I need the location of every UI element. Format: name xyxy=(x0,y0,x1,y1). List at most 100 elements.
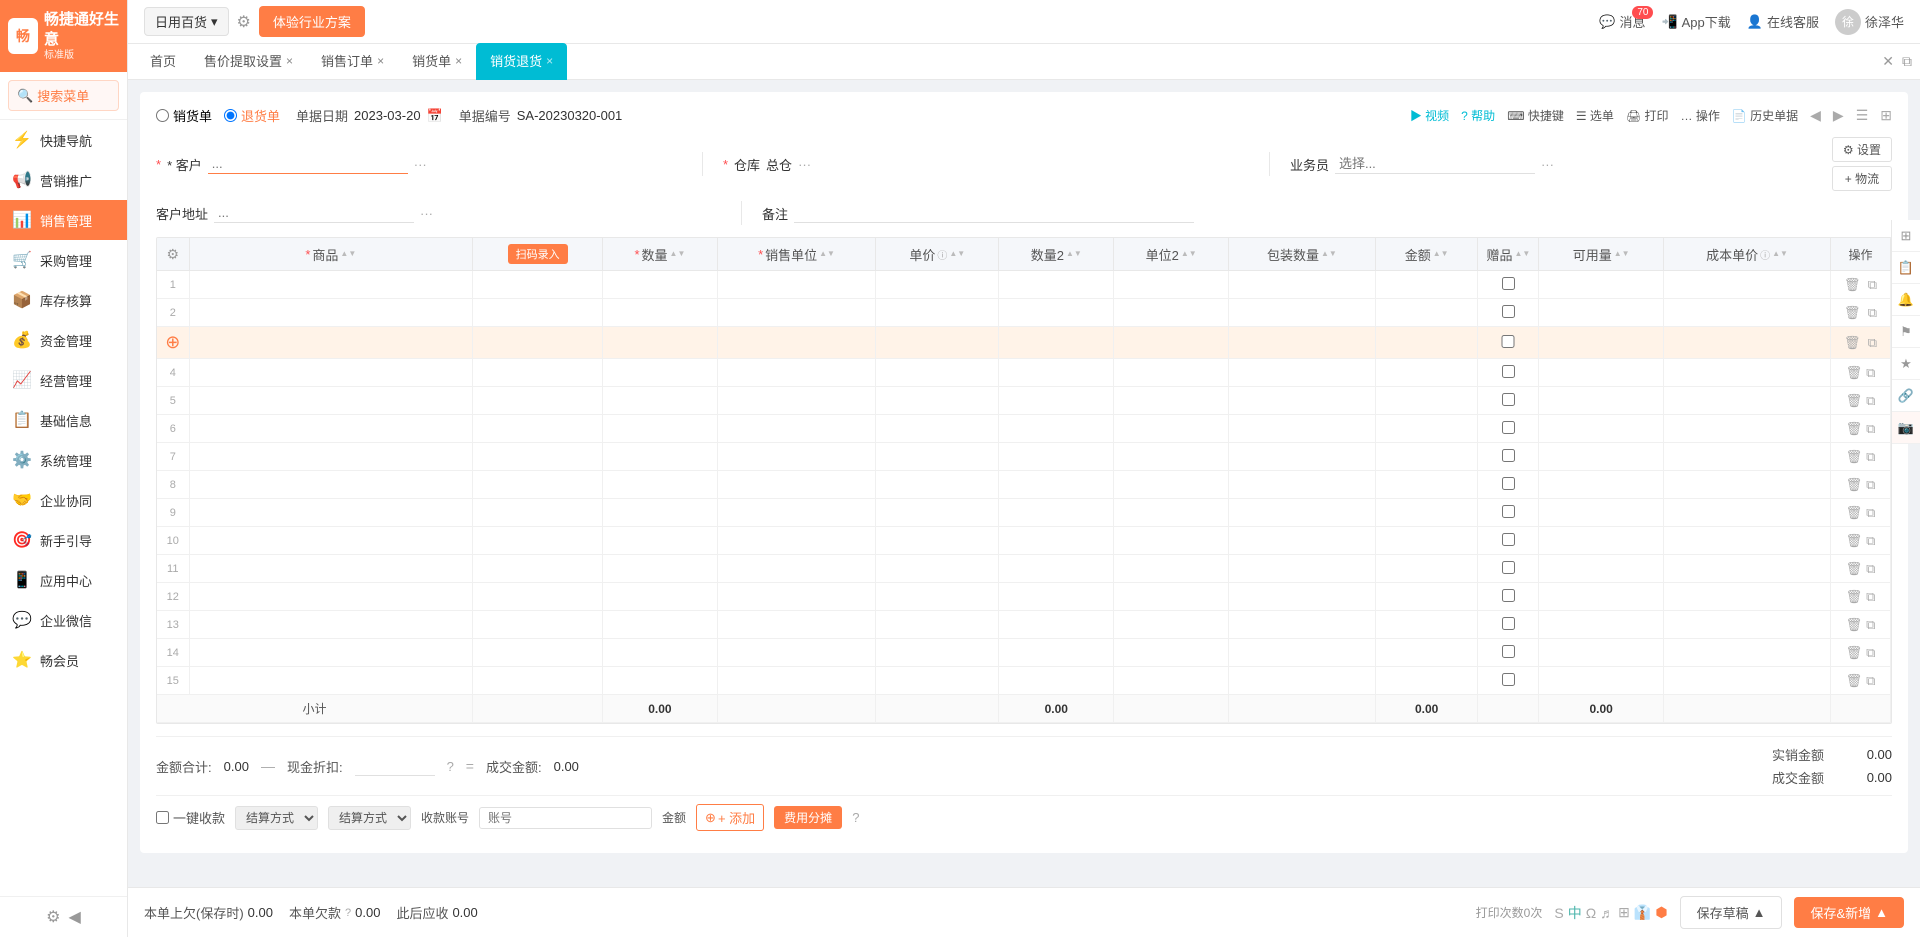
delete-row-3-icon[interactable]: 🗑 xyxy=(1844,335,1861,350)
save-new-chevron-icon[interactable]: ▲ xyxy=(1875,905,1888,920)
row-3-unit2[interactable] xyxy=(1114,327,1229,359)
scan-button[interactable]: 扫码录入 xyxy=(508,244,568,264)
row-2-pack-qty[interactable] xyxy=(1229,299,1376,327)
tab-home[interactable]: 首页 xyxy=(136,43,190,80)
calendar-icon[interactable]: 📅 xyxy=(427,108,443,124)
video-link[interactable]: ▶ 视频 xyxy=(1410,107,1449,124)
delete-row-9-icon[interactable]: 🗑 xyxy=(1846,505,1863,520)
collapse-sidebar-icon[interactable]: ◀ xyxy=(69,907,81,927)
delete-row-4-icon[interactable]: 🗑 xyxy=(1846,365,1863,380)
gift-checkbox-5[interactable] xyxy=(1502,393,1515,406)
row-2-unit2[interactable] xyxy=(1114,299,1229,327)
fee-help-icon[interactable]: ? xyxy=(852,810,859,825)
online-service-item[interactable]: 👤 在线客服 xyxy=(1747,12,1819,31)
address-picker-icon[interactable]: ··· xyxy=(420,206,433,221)
search-menu-button[interactable]: 🔍 搜索菜单 xyxy=(8,80,119,111)
sidebar-item-operations[interactable]: 📈 经营管理 xyxy=(0,360,127,400)
product-sort-icon[interactable]: ▲▼ xyxy=(340,251,356,257)
product-input-3[interactable] xyxy=(196,336,467,350)
tab-window-button[interactable]: ⧉ xyxy=(1902,53,1912,70)
gift-checkbox-3[interactable] xyxy=(1484,335,1532,348)
qty2-sort-icon[interactable]: ▲▼ xyxy=(1066,251,1082,257)
s-icon-5[interactable]: ⊞ xyxy=(1618,904,1630,921)
sidebar-item-app-center[interactable]: 📱 应用中心 xyxy=(0,560,127,600)
tab-close-all-button[interactable]: ✕ xyxy=(1882,53,1894,70)
s-icon-4[interactable]: ♬ xyxy=(1600,905,1614,921)
delete-row-1-icon[interactable]: 🗑 xyxy=(1844,277,1861,292)
delete-row-13-icon[interactable]: 🗑 xyxy=(1846,617,1863,632)
s-icon-2[interactable]: 中 xyxy=(1568,903,1582,923)
amount-sort-icon[interactable]: ▲▼ xyxy=(1433,251,1449,257)
tab-sales-return[interactable]: 销货退货 × xyxy=(476,43,567,80)
row-3-qty2[interactable] xyxy=(999,327,1114,359)
right-toolbar-btn-4[interactable]: ⚑ xyxy=(1892,316,1920,348)
calc-method-select[interactable]: 结算方式 xyxy=(328,806,411,830)
row-1-gift[interactable] xyxy=(1478,271,1539,299)
save-draft-button[interactable]: 保存草稿 ▲ xyxy=(1680,896,1783,929)
gift-sort-icon[interactable]: ▲▼ xyxy=(1515,251,1531,257)
help-icon[interactable]: ? xyxy=(447,759,454,774)
row-3-gift[interactable] xyxy=(1478,327,1539,359)
delete-row-7-icon[interactable]: 🗑 xyxy=(1846,449,1863,464)
gift-checkbox-12[interactable] xyxy=(1502,589,1515,602)
sidebar-item-finance[interactable]: 💰 资金管理 xyxy=(0,320,127,360)
gift-checkbox-13[interactable] xyxy=(1502,617,1515,630)
print-link[interactable]: 🖨 打印 xyxy=(1626,107,1669,124)
row-3-amount[interactable] xyxy=(1375,327,1478,359)
copy-row-8-icon[interactable]: ⧉ xyxy=(1866,477,1875,492)
logistics-button[interactable]: + 物流 xyxy=(1832,166,1892,191)
right-toolbar-btn-1[interactable]: ⊞ xyxy=(1892,220,1920,252)
copy-row-2-icon[interactable]: ⧉ xyxy=(1868,305,1877,320)
copy-row-13-icon[interactable]: ⧉ xyxy=(1866,617,1875,632)
help-link[interactable]: ? 帮助 xyxy=(1461,107,1495,124)
gift-checkbox-15[interactable] xyxy=(1502,673,1515,686)
table-gear-icon[interactable]: ⚙ xyxy=(166,246,179,262)
row-1-available[interactable] xyxy=(1539,271,1664,299)
sidebar-item-purchase[interactable]: 🛒 采购管理 xyxy=(0,240,127,280)
gift-checkbox-6[interactable] xyxy=(1502,421,1515,434)
sidebar-item-system[interactable]: ⚙️ 系统管理 xyxy=(0,440,127,480)
one-click-pay-label[interactable]: 一键收款 xyxy=(156,808,225,827)
gift-checkbox-7[interactable] xyxy=(1502,449,1515,462)
row-3-cost-price[interactable] xyxy=(1664,327,1831,359)
tab-sales-invoice[interactable]: 销货单 × xyxy=(398,43,476,80)
right-toolbar-btn-6[interactable]: 🔗 xyxy=(1892,380,1920,412)
save-new-button[interactable]: 保存&新增 ▲ xyxy=(1794,897,1904,928)
gift-checkbox-8[interactable] xyxy=(1502,477,1515,490)
s-icon-7[interactable]: ⬢ xyxy=(1655,904,1667,921)
row-3-quantity[interactable] xyxy=(603,327,718,359)
gift-checkbox-10[interactable] xyxy=(1502,533,1515,546)
one-click-pay-checkbox[interactable] xyxy=(156,811,169,824)
view-list-icon[interactable]: ☰ xyxy=(1856,107,1869,124)
user-profile-item[interactable]: 徐 徐泽华 xyxy=(1835,9,1904,35)
costprice-sort-icon[interactable]: ▲▼ xyxy=(1772,251,1788,257)
gift-checkbox-11[interactable] xyxy=(1502,561,1515,574)
delete-row-5-icon[interactable]: 🗑 xyxy=(1846,393,1863,408)
sidebar-item-enterprise[interactable]: 🤝 企业协同 xyxy=(0,480,127,520)
header-gear-button[interactable]: ⚙ xyxy=(237,12,251,32)
price-sort-icon[interactable]: ▲▼ xyxy=(949,251,965,257)
copy-row-12-icon[interactable]: ⧉ xyxy=(1866,589,1875,604)
gift-checkbox-14[interactable] xyxy=(1502,645,1515,658)
row-1-product[interactable] xyxy=(189,271,473,299)
copy-row-10-icon[interactable]: ⧉ xyxy=(1866,533,1875,548)
radio-sales[interactable] xyxy=(156,109,169,122)
staff-picker-icon[interactable]: ··· xyxy=(1541,157,1554,172)
row-1-quantity[interactable] xyxy=(603,271,718,299)
tab-close-price-setting[interactable]: × xyxy=(286,54,293,68)
delete-row-8-icon[interactable]: 🗑 xyxy=(1846,477,1863,492)
s-icon-1[interactable]: S xyxy=(1554,905,1563,921)
notification-item[interactable]: 💬 70 消息 xyxy=(1599,12,1645,31)
copy-row-9-icon[interactable]: ⧉ xyxy=(1866,505,1875,520)
sidebar-item-marketing[interactable]: 📢 营销推广 xyxy=(0,160,127,200)
settings-bottom-icon[interactable]: ⚙ xyxy=(46,907,60,927)
copy-row-7-icon[interactable]: ⧉ xyxy=(1866,449,1875,464)
sidebar-item-sales[interactable]: 📊 销售管理 xyxy=(0,200,127,240)
row-2-product[interactable] xyxy=(189,299,473,327)
settings-button[interactable]: ⚙ 设置 xyxy=(1832,137,1892,162)
row-3-pack-qty[interactable] xyxy=(1229,327,1376,359)
row-1-cost-price[interactable] xyxy=(1664,271,1831,299)
row-2-price[interactable] xyxy=(876,299,999,327)
sidebar-item-member[interactable]: ⭐ 畅会员 xyxy=(0,640,127,680)
copy-row-11-icon[interactable]: ⧉ xyxy=(1866,561,1875,576)
